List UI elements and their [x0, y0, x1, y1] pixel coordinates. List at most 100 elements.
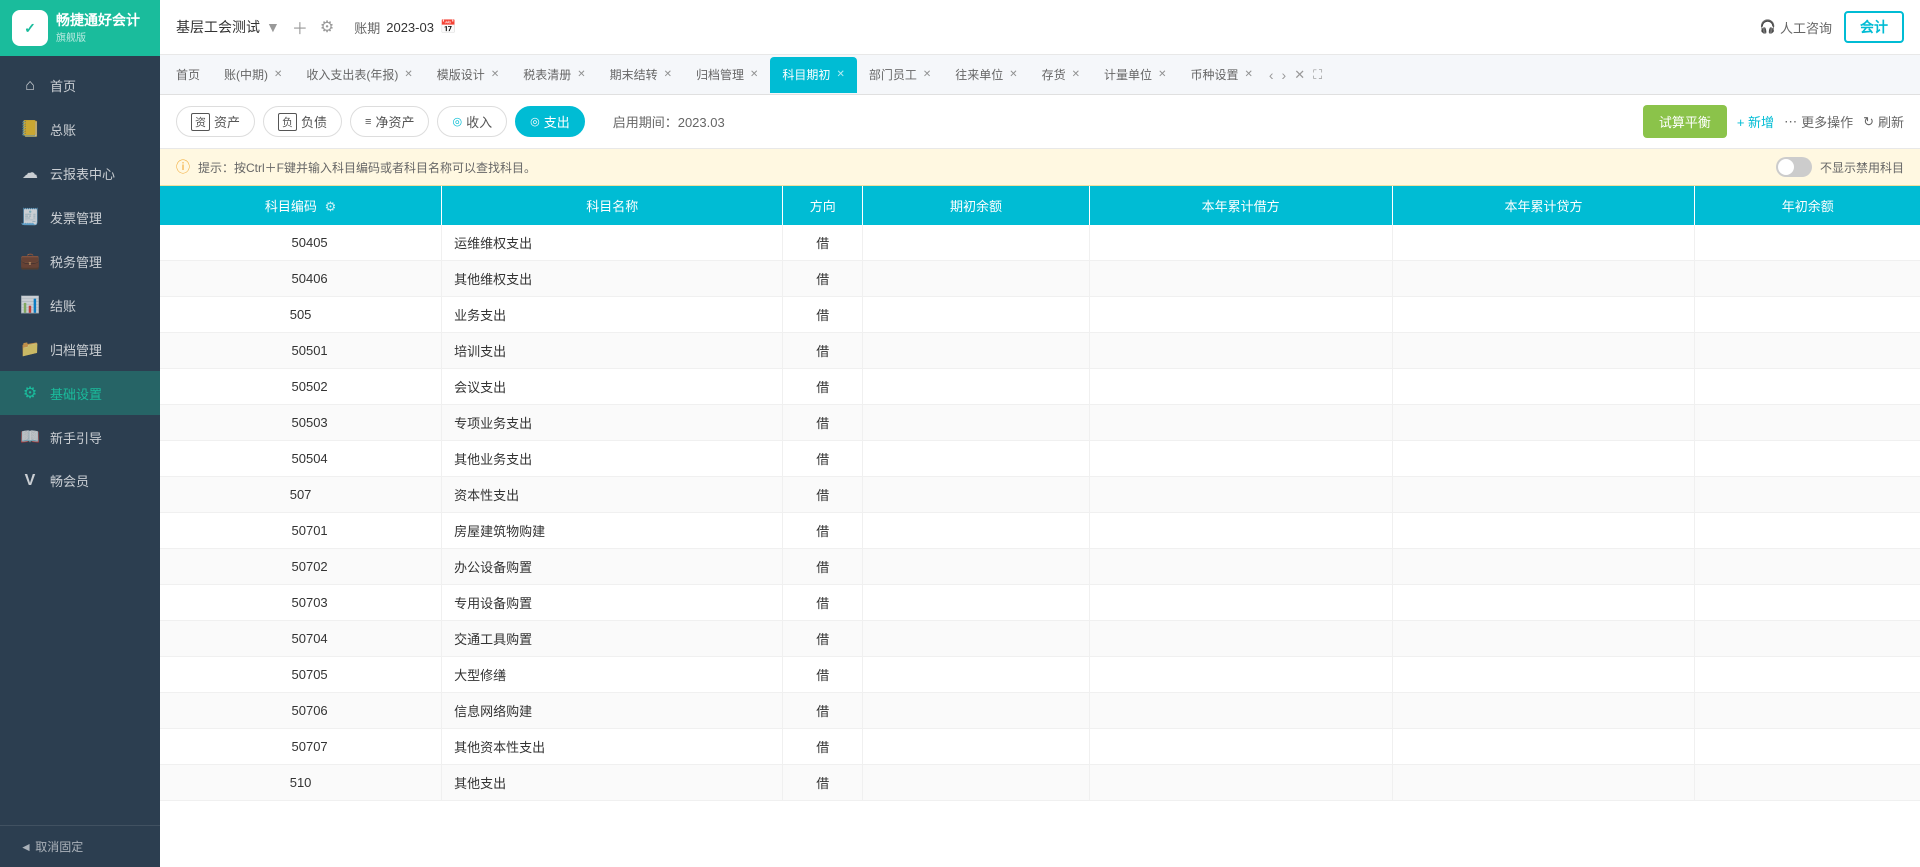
cell-begin-bal — [863, 297, 1089, 333]
sidebar-item-tax[interactable]: 💼 税务管理 — [0, 239, 160, 283]
cell-ytd-debit — [1089, 549, 1392, 585]
table-row[interactable]: 50503 专项业务支出 借 — [160, 405, 1920, 441]
table-row[interactable]: 50702 办公设备购置 借 — [160, 549, 1920, 585]
tab-archivemgr-close[interactable]: ✕ — [750, 69, 758, 80]
cell-year-begin — [1695, 297, 1920, 333]
col-settings-icon[interactable]: ⚙ — [325, 199, 337, 214]
tab-expand[interactable]: ⛶ — [1309, 67, 1326, 83]
table-body: 50405 运维维权支出 借 50406 其他维权支出 借 505 业务支出 借… — [160, 225, 1920, 801]
cell-name: 业务支出 — [442, 297, 783, 333]
app-logo[interactable]: ✓ 畅捷通好会计 旗舰版 — [0, 0, 160, 56]
more-button[interactable]: ⋯ 更多操作 — [1784, 112, 1853, 131]
sidebar-item-archive[interactable]: 📁 归档管理 — [0, 327, 160, 371]
cell-ytd-debit — [1089, 405, 1392, 441]
tab-dept-label: 部门员工 — [869, 66, 917, 83]
filter-income2[interactable]: ◎ 收入 — [437, 106, 507, 137]
table-row[interactable]: 50405 运维维权支出 借 — [160, 225, 1920, 261]
tab-scroll-left[interactable]: ‹ — [1265, 67, 1278, 83]
sidebar-item-guide[interactable]: 📖 新手引导 — [0, 415, 160, 459]
tab-keymui[interactable]: 科目期初 ✕ — [770, 57, 856, 93]
filter-expenditure[interactable]: ◎ 支出 — [515, 106, 585, 137]
cell-ytd-credit — [1392, 369, 1695, 405]
tab-archivemgr[interactable]: 归档管理 ✕ — [684, 57, 770, 93]
table-row[interactable]: 50502 会议支出 借 — [160, 369, 1920, 405]
table-row[interactable]: 510 其他支出 借 — [160, 765, 1920, 801]
table-row[interactable]: 50706 信息网络购建 借 — [160, 693, 1920, 729]
period-display: 账期 2023-03 📅 — [354, 18, 456, 37]
tab-home[interactable]: 首页 — [164, 57, 212, 93]
table-row[interactable]: 50707 其他资本性支出 借 — [160, 729, 1920, 765]
tab-yearend[interactable]: 期末结转 ✕ — [598, 57, 684, 93]
tab-dept-close[interactable]: ✕ — [923, 69, 931, 80]
table-header-row: 科目编码 ⚙ 科目名称 方向 期初余额 本年累计借方 — [160, 186, 1920, 225]
calendar-icon[interactable]: 📅 — [440, 19, 456, 35]
tab-partner[interactable]: 往来单位 ✕ — [943, 57, 1029, 93]
sidebar-item-report[interactable]: ☁ 云报表中心 — [0, 151, 160, 195]
filter-liability[interactable]: 负 负债 — [263, 106, 342, 137]
cell-year-begin — [1695, 405, 1920, 441]
tab-stock[interactable]: 存货 ✕ — [1030, 57, 1092, 93]
balance-button[interactable]: 试算平衡 — [1643, 105, 1727, 138]
cell-begin-bal — [863, 405, 1089, 441]
tab-template-close[interactable]: ✕ — [491, 69, 499, 80]
tab-close-all[interactable]: ✕ — [1290, 67, 1309, 83]
table-row[interactable]: 50504 其他业务支出 借 — [160, 441, 1920, 477]
notice-text: 提示：按Ctrl＋F键并输入科目编码或者科目名称可以查找科目。 — [198, 159, 536, 176]
sidebar-item-basic[interactable]: ⚙ 基础设置 — [0, 371, 160, 415]
tab-currency[interactable]: 币种设置 ✕ — [1178, 57, 1264, 93]
table-row[interactable]: 507 资本性支出 借 — [160, 477, 1920, 513]
filter-right-actions: 试算平衡 + 新增 ⋯ 更多操作 ↻ 刷新 — [1643, 105, 1904, 138]
refresh-button[interactable]: ↻ 刷新 — [1863, 112, 1904, 131]
col-code: 科目编码 ⚙ — [160, 186, 442, 225]
tab-currency-close[interactable]: ✕ — [1244, 69, 1252, 80]
col-begin-bal-label: 期初余额 — [950, 199, 1002, 214]
tab-income-close[interactable]: ✕ — [404, 69, 412, 80]
table-row[interactable]: 50406 其他维权支出 借 — [160, 261, 1920, 297]
cell-ytd-credit — [1392, 333, 1695, 369]
add-tab-button[interactable]: ＋ — [292, 15, 308, 39]
filter-asset[interactable]: 资 资产 — [176, 106, 255, 137]
tab-unit-close[interactable]: ✕ — [1158, 69, 1166, 80]
sidebar-item-settle[interactable]: 📊 结账 — [0, 283, 160, 327]
add-button[interactable]: + 新增 — [1737, 112, 1774, 131]
disable-toggle[interactable] — [1776, 157, 1812, 177]
settings-icon[interactable]: ⚙ — [320, 17, 334, 37]
company-selector[interactable]: 基层工会测试 ▼ — [176, 17, 280, 37]
tab-income-label: 收入支出表(年报) — [306, 66, 398, 83]
user-role-button[interactable]: 会计 — [1844, 11, 1904, 43]
expenditure-icon: ◎ — [530, 115, 540, 128]
sidebar-pin-toggle[interactable]: ◄ 取消固定 — [0, 825, 160, 867]
sidebar-item-home[interactable]: ⌂ 首页 — [0, 64, 160, 107]
tab-yearend-close[interactable]: ✕ — [664, 69, 672, 80]
table-row[interactable]: 50704 交通工具购置 借 — [160, 621, 1920, 657]
sidebar-item-ledger[interactable]: 📒 总账 — [0, 107, 160, 151]
tab-unit[interactable]: 计量单位 ✕ — [1092, 57, 1178, 93]
sidebar-item-invoice[interactable]: 🧾 发票管理 — [0, 195, 160, 239]
tab-template[interactable]: 模版设计 ✕ — [425, 57, 511, 93]
table-row[interactable]: 50705 大型修缮 借 — [160, 657, 1920, 693]
tab-dept[interactable]: 部门员工 ✕ — [857, 57, 943, 93]
cell-dir: 借 — [783, 693, 863, 729]
table-row[interactable]: 505 业务支出 借 — [160, 297, 1920, 333]
tab-income[interactable]: 收入支出表(年报) ✕ — [294, 57, 424, 93]
tab-stock-close[interactable]: ✕ — [1072, 69, 1080, 80]
tab-period-close[interactable]: ✕ — [274, 69, 282, 80]
tab-period[interactable]: 账(中期) ✕ — [212, 57, 294, 93]
table-row[interactable]: 50703 专用设备购置 借 — [160, 585, 1920, 621]
tab-partner-close[interactable]: ✕ — [1009, 69, 1017, 80]
tab-taxclear-close[interactable]: ✕ — [577, 69, 585, 80]
tab-scroll-right[interactable]: › — [1278, 67, 1291, 83]
sidebar-item-vip[interactable]: V 畅会员 — [0, 459, 160, 502]
cell-ytd-debit — [1089, 621, 1392, 657]
help-button[interactable]: 🎧 人工咨询 — [1760, 18, 1832, 37]
cell-year-begin — [1695, 729, 1920, 765]
tab-taxclear[interactable]: 税表清册 ✕ — [511, 57, 597, 93]
table-row[interactable]: 50501 培训支出 借 — [160, 333, 1920, 369]
col-dir: 方向 — [783, 186, 863, 225]
cell-ytd-credit — [1392, 261, 1695, 297]
tab-keymui-close[interactable]: ✕ — [836, 69, 844, 80]
help-label: 人工咨询 — [1780, 18, 1832, 37]
table-row[interactable]: 50701 房屋建筑物购建 借 — [160, 513, 1920, 549]
filter-netasset[interactable]: ≡ 净资产 — [350, 106, 429, 137]
liability-icon: 负 — [278, 113, 297, 131]
